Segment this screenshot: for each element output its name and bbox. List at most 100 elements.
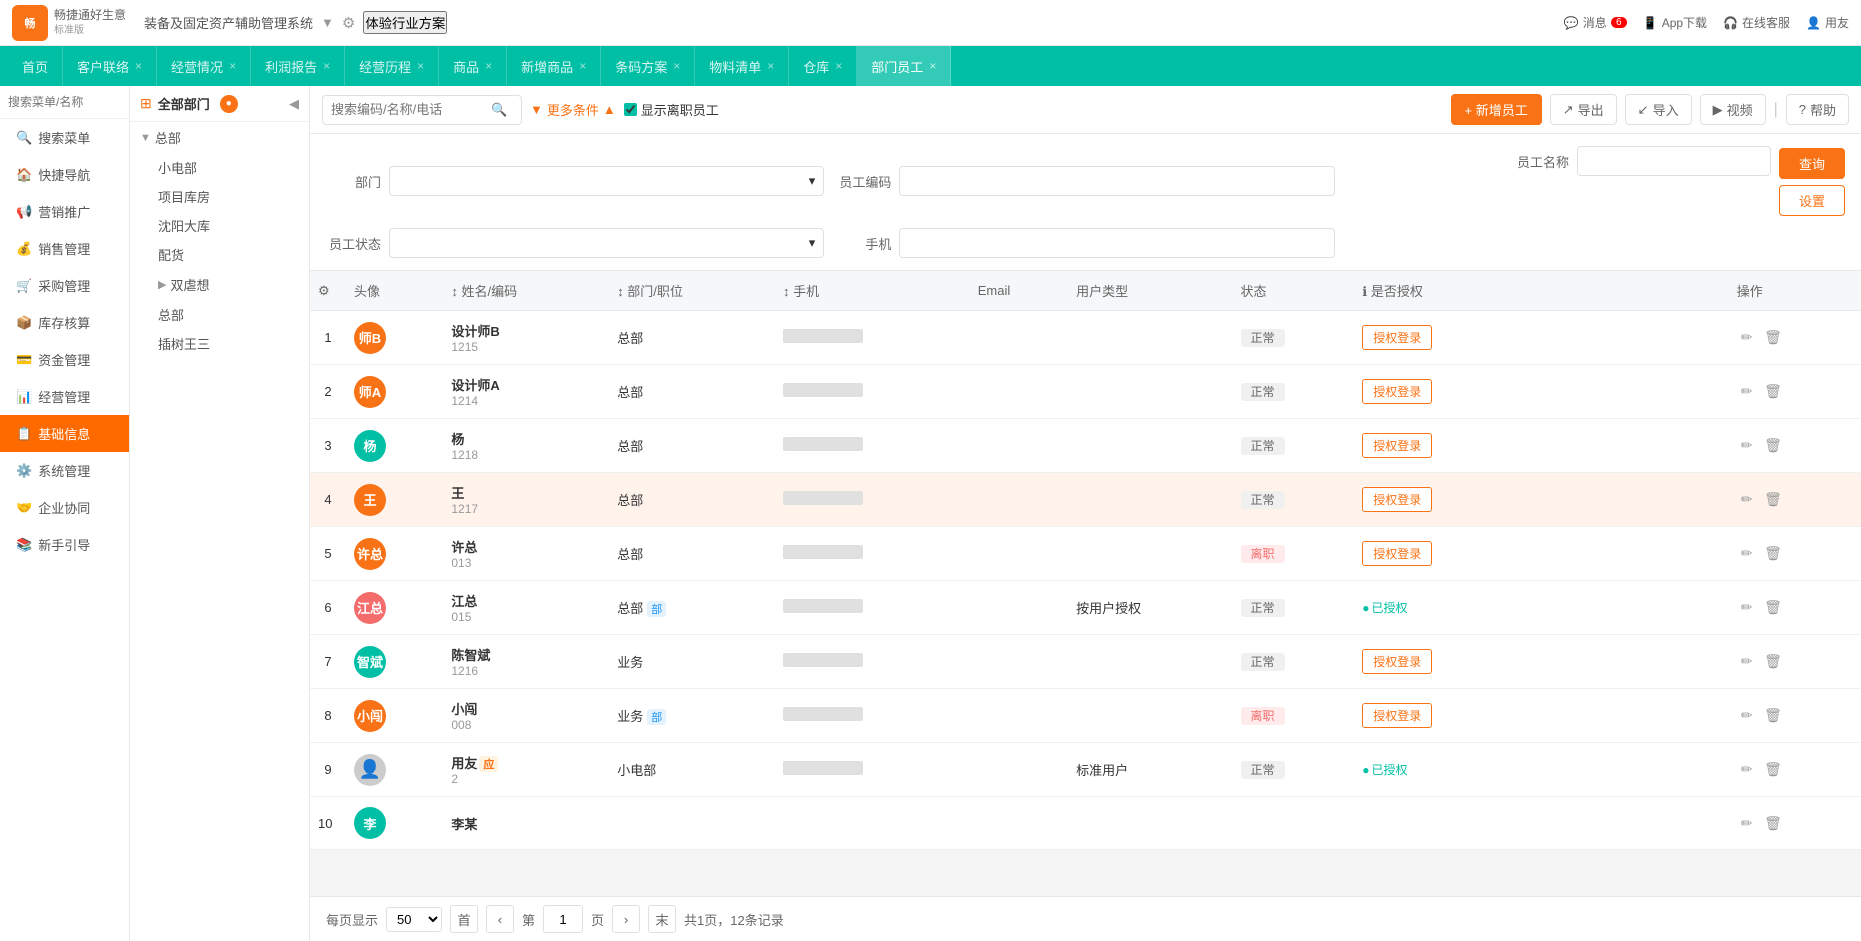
edit-btn[interactable]: ✏ — [1737, 759, 1757, 780]
auth-btn[interactable]: 授权登录 — [1362, 379, 1432, 404]
sidebar-item-marketing[interactable]: 📢营销推广 — [0, 193, 129, 230]
edit-btn[interactable]: ✏ — [1737, 489, 1757, 510]
dept-item-peihuo[interactable]: 配货 — [130, 240, 309, 269]
close-icon[interactable]: × — [835, 59, 842, 73]
collapse-icon[interactable]: ◀ — [289, 96, 299, 112]
message-nav[interactable]: 💬 消息 6 — [1564, 14, 1627, 31]
delete-btn[interactable]: 🗑 — [1760, 543, 1786, 564]
dept-item-zongbu[interactable]: 总部 — [130, 300, 309, 329]
search-box[interactable]: 🔍 — [322, 95, 522, 125]
sidebar-item-nav[interactable]: 🏠快捷导航 — [0, 156, 129, 193]
dept-item-xiaodiandu[interactable]: 小电部 — [130, 153, 309, 182]
sidebar-search-input[interactable] — [8, 95, 130, 109]
delete-btn[interactable]: 🗑 — [1760, 651, 1786, 672]
auth-btn[interactable]: 授权登录 — [1362, 541, 1432, 566]
trial-button[interactable]: 体验行业方案 — [363, 11, 447, 34]
per-page-select[interactable]: 50 20 100 — [386, 907, 442, 932]
sidebar-item-sales[interactable]: 💰销售管理 — [0, 230, 129, 267]
tab-operation[interactable]: 经营情况 × — [157, 46, 251, 86]
tab-add-goods[interactable]: 新增商品 × — [507, 46, 601, 86]
dept-filter-select[interactable]: ▾ — [389, 166, 824, 196]
col-dept[interactable]: ↕ 部门/职位 — [609, 271, 775, 311]
tab-dept-staff[interactable]: 部门员工 × — [857, 46, 951, 86]
search-button[interactable]: 查询 — [1779, 148, 1845, 179]
sidebar-item-system[interactable]: ⚙️系统管理 — [0, 452, 129, 489]
tab-home[interactable]: 首页 — [8, 46, 63, 86]
close-icon[interactable]: × — [673, 59, 680, 73]
sidebar-item-guide[interactable]: 📚新手引导 — [0, 526, 129, 563]
delete-btn[interactable]: 🗑 — [1760, 435, 1786, 456]
sidebar-search-box[interactable]: 🔍 — [0, 86, 129, 119]
import-button[interactable]: ↙ 导入 — [1625, 94, 1692, 125]
tab-bom[interactable]: 物料清单 × — [695, 46, 789, 86]
dept-all-label[interactable]: 全部部门 — [158, 94, 210, 113]
dept-item-zongbu-root[interactable]: ▼总部 — [130, 122, 309, 153]
sidebar-item-collab[interactable]: 🤝企业协同 — [0, 489, 129, 526]
video-button[interactable]: ▶ 视频 — [1700, 94, 1766, 125]
search-icon[interactable]: 🔍 — [491, 102, 507, 118]
tab-profit[interactable]: 利润报告 × — [251, 46, 345, 86]
first-page-btn[interactable]: 首 — [450, 905, 478, 933]
close-icon[interactable]: × — [417, 59, 424, 73]
tab-warehouse[interactable]: 仓库 × — [789, 46, 857, 86]
auth-btn[interactable]: 授权登录 — [1362, 433, 1432, 458]
delete-btn[interactable]: 🗑 — [1760, 327, 1786, 348]
col-name[interactable]: ↕ 姓名/编码 — [443, 271, 609, 311]
auth-btn[interactable]: 授权登录 — [1362, 325, 1432, 350]
close-icon[interactable]: × — [579, 59, 586, 73]
search-input[interactable] — [331, 102, 491, 117]
sidebar-item-search[interactable]: 🔍搜索菜单 — [0, 119, 129, 156]
emp-name-input[interactable] — [1577, 146, 1771, 176]
edit-btn[interactable]: ✏ — [1737, 435, 1757, 456]
show-resign-checkbox[interactable]: 显示离职员工 — [624, 100, 719, 119]
close-icon[interactable]: × — [485, 59, 492, 73]
sidebar-item-finance[interactable]: 💳资金管理 — [0, 341, 129, 378]
sidebar-item-inventory[interactable]: 📦库存核算 — [0, 304, 129, 341]
dept-item-chashuwangsan[interactable]: 插树王三 — [130, 329, 309, 358]
phone-input[interactable] — [899, 228, 1334, 258]
close-icon[interactable]: × — [323, 59, 330, 73]
sidebar-item-purchase[interactable]: 🛒采购管理 — [0, 267, 129, 304]
filter-more-btn[interactable]: ▼ 更多条件 ▲ — [530, 100, 616, 119]
delete-btn[interactable]: 🗑 — [1760, 381, 1786, 402]
page-number-input[interactable] — [543, 905, 583, 933]
tab-history[interactable]: 经营历程 × — [345, 46, 439, 86]
dept-item-shenyang[interactable]: 沈阳大库 — [130, 211, 309, 240]
delete-btn[interactable]: 🗑 — [1760, 813, 1786, 834]
emp-code-input[interactable] — [899, 166, 1334, 196]
close-icon[interactable]: × — [767, 59, 774, 73]
tab-goods[interactable]: 商品 × — [439, 46, 507, 86]
col-settings[interactable]: ⚙ — [310, 271, 346, 311]
next-page-btn[interactable]: › — [612, 905, 640, 933]
auth-btn[interactable]: 授权登录 — [1362, 649, 1432, 674]
edit-btn[interactable]: ✏ — [1737, 543, 1757, 564]
settings-icon[interactable]: ⚙ — [342, 14, 355, 32]
edit-btn[interactable]: ✏ — [1737, 705, 1757, 726]
tab-customer[interactable]: 客户联络 × — [63, 46, 157, 86]
last-page-btn[interactable]: 末 — [648, 905, 676, 933]
close-icon[interactable]: × — [929, 59, 936, 73]
auth-btn[interactable]: 授权登录 — [1362, 703, 1432, 728]
prev-page-btn[interactable]: ‹ — [486, 905, 514, 933]
edit-btn[interactable]: ✏ — [1737, 597, 1757, 618]
delete-btn[interactable]: 🗑 — [1760, 759, 1786, 780]
col-phone[interactable]: ↕ 手机 — [775, 271, 970, 311]
dropdown-icon[interactable]: ▼ — [321, 15, 334, 30]
tab-barcode[interactable]: 条码方案 × — [601, 46, 695, 86]
edit-btn[interactable]: ✏ — [1737, 813, 1757, 834]
user-nav[interactable]: 👤 用友 — [1806, 14, 1849, 31]
export-button[interactable]: ↗ 导出 — [1550, 94, 1617, 125]
dept-item-project[interactable]: 项目库房 — [130, 182, 309, 211]
sidebar-item-basic[interactable]: 📋基础信息 — [0, 415, 129, 452]
delete-btn[interactable]: 🗑 — [1760, 489, 1786, 510]
close-icon[interactable]: × — [229, 59, 236, 73]
help-button[interactable]: ? 帮助 — [1786, 94, 1849, 125]
edit-btn[interactable]: ✏ — [1737, 651, 1757, 672]
dept-item-shuanglu[interactable]: ▶双虐想 — [130, 269, 309, 300]
online-service-nav[interactable]: 🎧 在线客服 — [1723, 14, 1790, 31]
edit-btn[interactable]: ✏ — [1737, 381, 1757, 402]
delete-btn[interactable]: 🗑 — [1760, 705, 1786, 726]
close-icon[interactable]: × — [135, 59, 142, 73]
edit-btn[interactable]: ✏ — [1737, 327, 1757, 348]
add-employee-button[interactable]: + 新增员工 — [1451, 94, 1542, 125]
